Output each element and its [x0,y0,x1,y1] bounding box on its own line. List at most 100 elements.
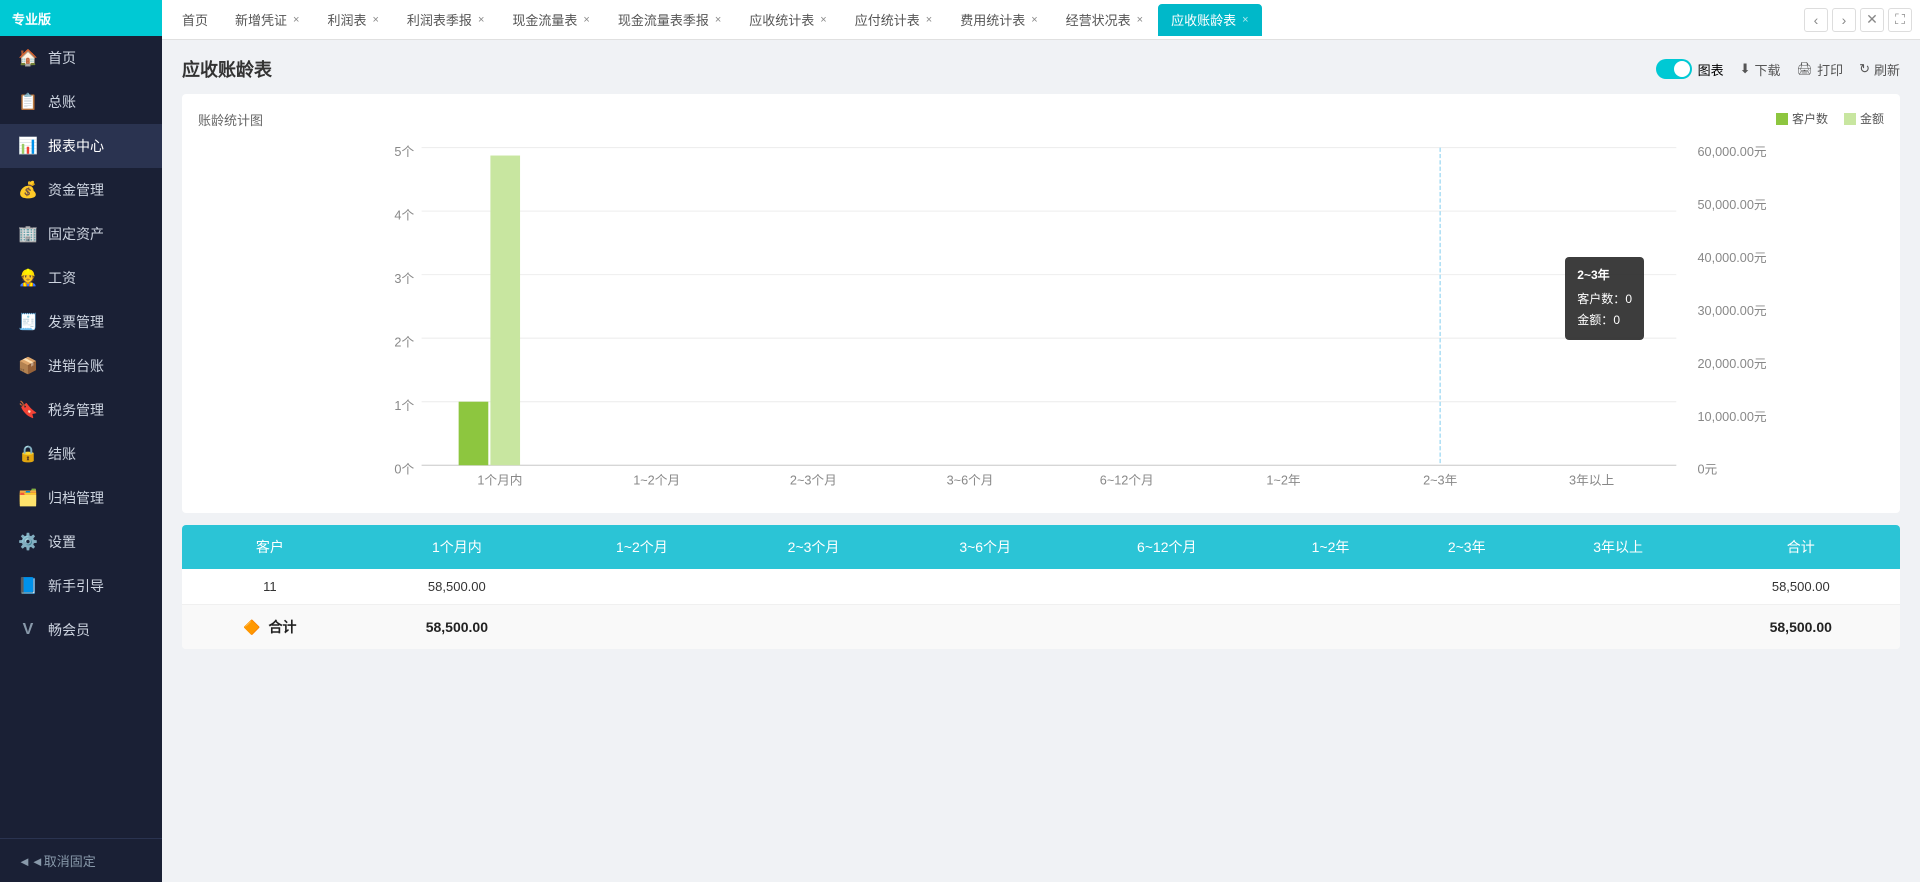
tab-close-ar-stat[interactable]: × [820,14,826,26]
svg-text:2~3年: 2~3年 [1423,473,1458,487]
sidebar-label-assets: 固定资产 [48,224,104,244]
col-m2: 1~2个月 [556,525,728,569]
guide-icon: 📘 [18,576,38,596]
tab-expense-stat[interactable]: 费用统计表 × [947,4,1050,36]
data-table: 客户 1个月内 1~2个月 2~3个月 3~6个月 6~12个月 1~2年 2~… [182,525,1900,649]
tab-close-operation-stat[interactable]: × [1137,14,1143,26]
sidebar-item-reports[interactable]: 📊 报表中心 [0,124,162,168]
legend-amount-label: 金额 [1860,110,1884,127]
inventory-icon: 📦 [18,356,38,376]
footer-m12 [1071,605,1262,650]
svg-text:2~3个月: 2~3个月 [790,473,837,487]
table-header-row: 客户 1个月内 1~2个月 2~3个月 3~6个月 6~12个月 1~2年 2~… [182,525,1900,569]
legend-amount: 金额 [1844,110,1884,127]
svg-text:4个: 4个 [394,209,414,223]
tab-income[interactable]: 利润表 × [314,4,391,36]
tab-label-ar-stat: 应收统计表 [749,10,814,29]
tab-label-expense-stat: 费用统计表 [960,10,1025,29]
sidebar-item-tax[interactable]: 🔖 税务管理 [0,388,162,432]
tab-close-cashflow[interactable]: × [583,14,589,26]
legend-customers: 客户数 [1776,110,1828,127]
chart-legend: 客户数 金额 [1776,110,1884,127]
chart-svg: 5个 4个 3个 2个 1个 0个 60,000.00元 50,000.00元 … [198,137,1884,497]
footer-y3 [1399,605,1535,650]
sidebar-item-guide[interactable]: 📘 新手引导 [0,564,162,608]
svg-text:50,000.00元: 50,000.00元 [1697,198,1766,212]
col-total: 合计 [1702,525,1900,569]
refresh-button[interactable]: ↻ 刷新 [1859,60,1900,79]
sidebar-item-inventory[interactable]: 📦 进销台账 [0,344,162,388]
sidebar-item-closing[interactable]: 🔒 结账 [0,432,162,476]
cell-m3 [728,569,900,605]
tab-income-quarter[interactable]: 利润表季报 × [394,4,497,36]
tab-cashflow-quarter[interactable]: 现金流量表季报 × [605,4,734,36]
download-label: 下载 [1755,60,1781,79]
tax-icon: 🔖 [18,400,38,420]
col-y2: 1~2年 [1262,525,1398,569]
sidebar-item-member[interactable]: V 畅会员 [0,608,162,652]
sidebar-item-invoices[interactable]: 🧾 发票管理 [0,300,162,344]
closing-icon: 🔒 [18,444,38,464]
svg-text:0个: 0个 [394,463,414,477]
sidebar-item-ledger[interactable]: 📋 总账 [0,80,162,124]
tab-voucher[interactable]: 新增凭证 × [222,4,312,36]
tab-close-all-btn[interactable]: ✕ [1860,8,1884,32]
tab-close-voucher[interactable]: × [293,14,299,26]
col-m3: 2~3个月 [728,525,900,569]
sidebar-item-assets[interactable]: 🏢 固定资产 [0,212,162,256]
sidebar-collapse-btn[interactable]: ◄◄取消固定 [0,838,162,882]
sidebar-item-payroll[interactable]: 👷 工资 [0,256,162,300]
sidebar-item-funds[interactable]: 💰 资金管理 [0,168,162,212]
archive-icon: 🗂️ [18,488,38,508]
tab-close-income-quarter[interactable]: × [478,14,484,26]
tab-ap-stat[interactable]: 应付统计表 × [842,4,945,36]
tab-next-btn[interactable]: › [1832,8,1856,32]
svg-text:1个: 1个 [394,399,414,413]
chart-card: 账龄统计图 客户数 金额 5个 4个 3个 2个 1个 [182,94,1900,513]
sidebar-item-home[interactable]: 🏠 首页 [0,36,162,80]
print-button[interactable]: 🖨 打印 [1797,60,1844,79]
tab-close-income[interactable]: × [372,14,378,26]
svg-text:10,000.00元: 10,000.00元 [1697,410,1766,424]
page-title: 应收账龄表 [182,56,272,82]
cell-y3plus [1535,569,1702,605]
cell-m1: 58,500.00 [358,569,556,605]
tab-cashflow[interactable]: 现金流量表 × [499,4,602,36]
tab-home[interactable]: 首页 [170,10,220,29]
tab-label-cashflow: 现金流量表 [512,10,577,29]
tab-maximize-btn[interactable]: ⛶ [1888,8,1912,32]
legend-customers-label: 客户数 [1792,110,1828,127]
sidebar-label-inventory: 进销台账 [48,356,104,376]
chart-title: 账龄统计图 [198,110,1884,129]
chart-area: 5个 4个 3个 2个 1个 0个 60,000.00元 50,000.00元 … [198,137,1884,497]
tab-label-ap-stat: 应付统计表 [855,10,920,29]
tab-close-cashflow-quarter[interactable]: × [715,14,721,26]
total-icon: 🔶 [243,619,260,635]
tab-label-income-quarter: 利润表季报 [407,10,472,29]
svg-text:60,000.00元: 60,000.00元 [1697,145,1766,159]
tab-ar-stat[interactable]: 应收统计表 × [736,4,839,36]
tab-operation-stat[interactable]: 经营状况表 × [1053,4,1156,36]
legend-customers-color [1776,113,1788,125]
download-button[interactable]: ⬇ 下载 [1740,60,1781,79]
sidebar-label-ledger: 总账 [48,92,76,112]
sidebar-label-invoices: 发票管理 [48,312,104,332]
footer-total: 58,500.00 [1702,605,1900,650]
chart-toggle[interactable]: 图表 [1656,59,1724,79]
table-card: 客户 1个月内 1~2个月 2~3个月 3~6个月 6~12个月 1~2年 2~… [182,525,1900,649]
tab-prev-btn[interactable]: ‹ [1804,8,1828,32]
sidebar-item-archive[interactable]: 🗂️ 归档管理 [0,476,162,520]
svg-text:1个月内: 1个月内 [477,473,522,487]
reports-icon: 📊 [18,136,38,156]
tab-ar-aging[interactable]: 应收账龄表 × [1158,4,1261,36]
toggle-track[interactable] [1656,59,1692,79]
sidebar-label-tax: 税务管理 [48,400,104,420]
payroll-icon: 👷 [18,268,38,288]
tab-label-voucher: 新增凭证 [235,10,287,29]
tab-close-ap-stat[interactable]: × [926,14,932,26]
tab-close-expense-stat[interactable]: × [1031,14,1037,26]
svg-text:20,000.00元: 20,000.00元 [1697,357,1766,371]
sidebar-item-settings[interactable]: ⚙️ 设置 [0,520,162,564]
tab-close-ar-aging[interactable]: × [1242,14,1248,26]
table-row: 11 58,500.00 58,500.00 [182,569,1900,605]
